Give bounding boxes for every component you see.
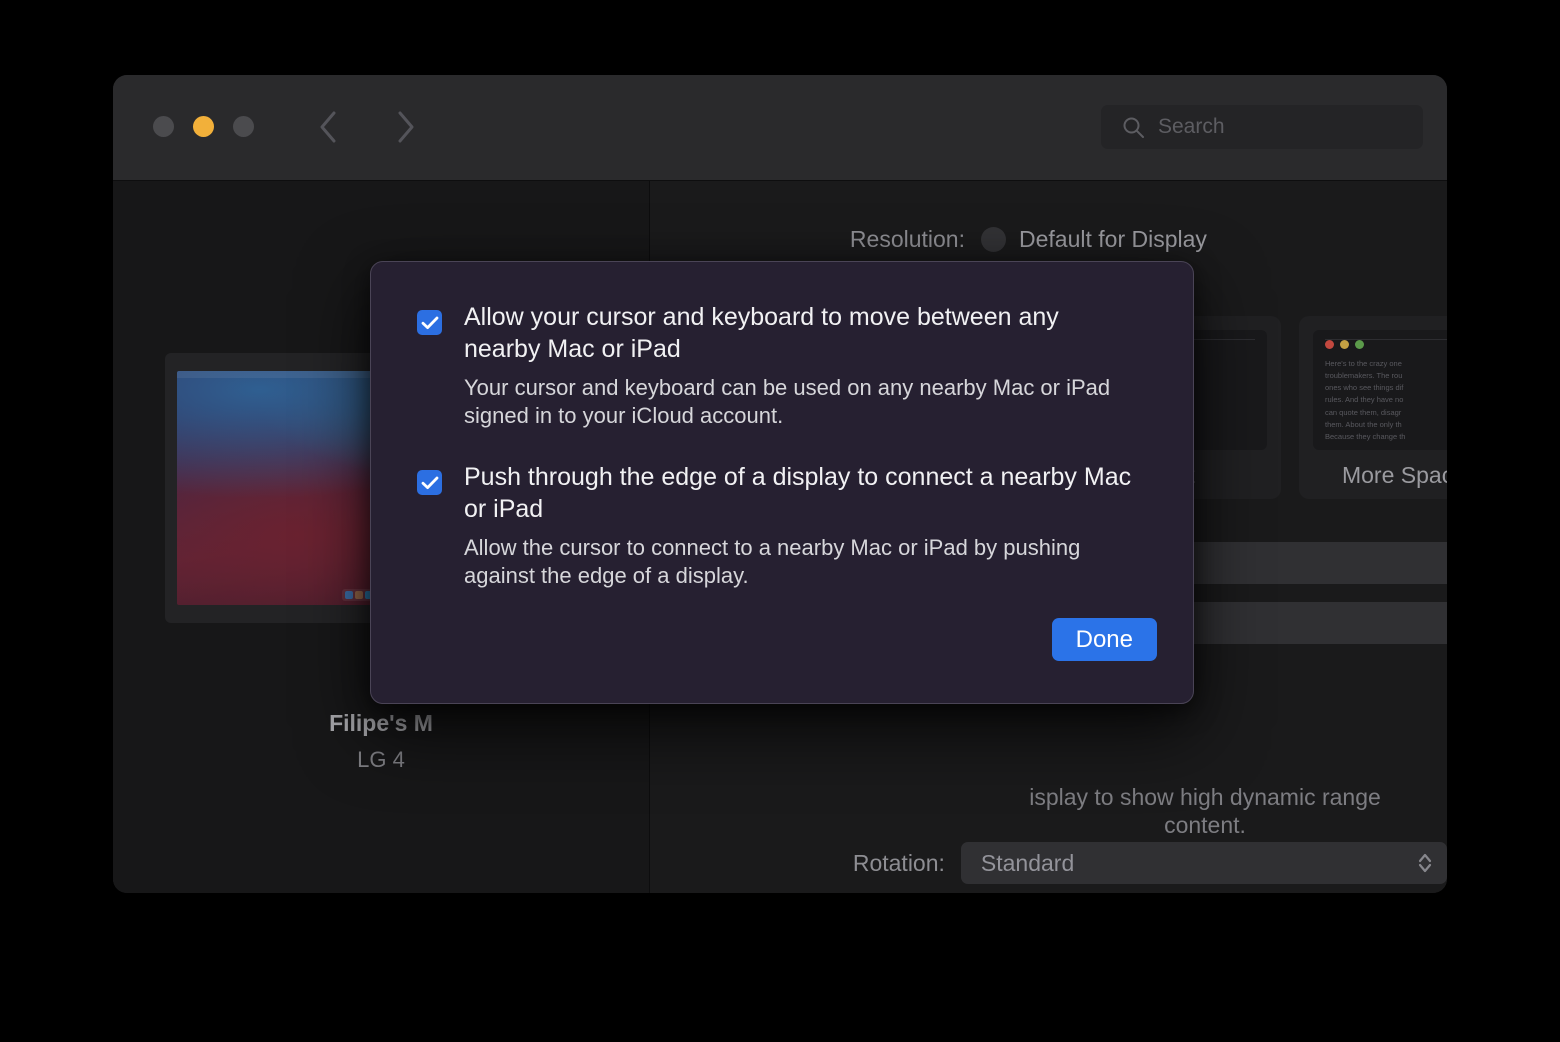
resolution-label: Resolution: [651,226,981,253]
done-button[interactable]: Done [1052,618,1157,661]
hdr-help-text: isplay to show high dynamic range conten… [991,783,1419,839]
back-chevron-icon[interactable] [313,111,343,143]
rotation-label: Rotation: [651,850,961,877]
traffic-lights [153,116,254,137]
close-button[interactable] [153,116,174,137]
thumbnail-divider [1325,339,1447,340]
resolution-row: Resolution: Default for Display [651,226,1447,253]
option-title: Push through the edge of a display to co… [464,462,1137,526]
forward-chevron-icon[interactable] [391,111,421,143]
option-description: Allow the cursor to connect to a nearby … [464,534,1137,590]
thumbnail-art: Here's to the crazy one troublemakers. T… [1313,330,1447,450]
option-row-cursor-keyboard: Allow your cursor and keyboard to move b… [417,302,1137,430]
screen: Displays Search [0,0,1560,1042]
display-model-label: LG 4 [113,747,649,773]
search-field[interactable]: Search [1101,105,1423,149]
option-row-push-through-edge: Push through the edge of a display to co… [417,462,1137,590]
option-description: Your cursor and keyboard can be used on … [464,374,1137,430]
radio-button-icon [981,227,1006,252]
sidecar-options-sheet: Allow your cursor and keyboard to move b… [370,261,1194,704]
stepper-chevrons-icon [1417,850,1433,876]
resolution-option-more-space[interactable]: Here's to the crazy one troublemakers. T… [1299,316,1447,499]
rotation-popup[interactable]: Standard [961,842,1447,884]
thumbnail-traffic-lights [1325,340,1447,349]
minimize-button[interactable] [193,116,214,137]
checkbox-push-through-edge[interactable] [417,470,442,495]
search-icon [1121,115,1146,140]
display-name-label: Filipe's M [113,710,649,737]
search-input[interactable]: Search [1158,115,1225,139]
zoom-button[interactable] [233,116,254,137]
resolution-option-caption: More Space [1313,462,1447,489]
option-title: Allow your cursor and keyboard to move b… [464,302,1137,366]
resolution-default-radio[interactable]: Default for Display [981,226,1207,253]
checkbox-cursor-keyboard[interactable] [417,310,442,335]
thumbnail-body-text: Here's to the crazy one troublemakers. T… [1325,358,1447,443]
rotation-row: Rotation: Standard [651,842,1447,884]
resolution-default-label: Default for Display [1019,226,1207,253]
rotation-value: Standard [981,850,1074,877]
navigation-arrows [313,111,421,143]
window-titlebar: Displays Search [113,75,1447,181]
